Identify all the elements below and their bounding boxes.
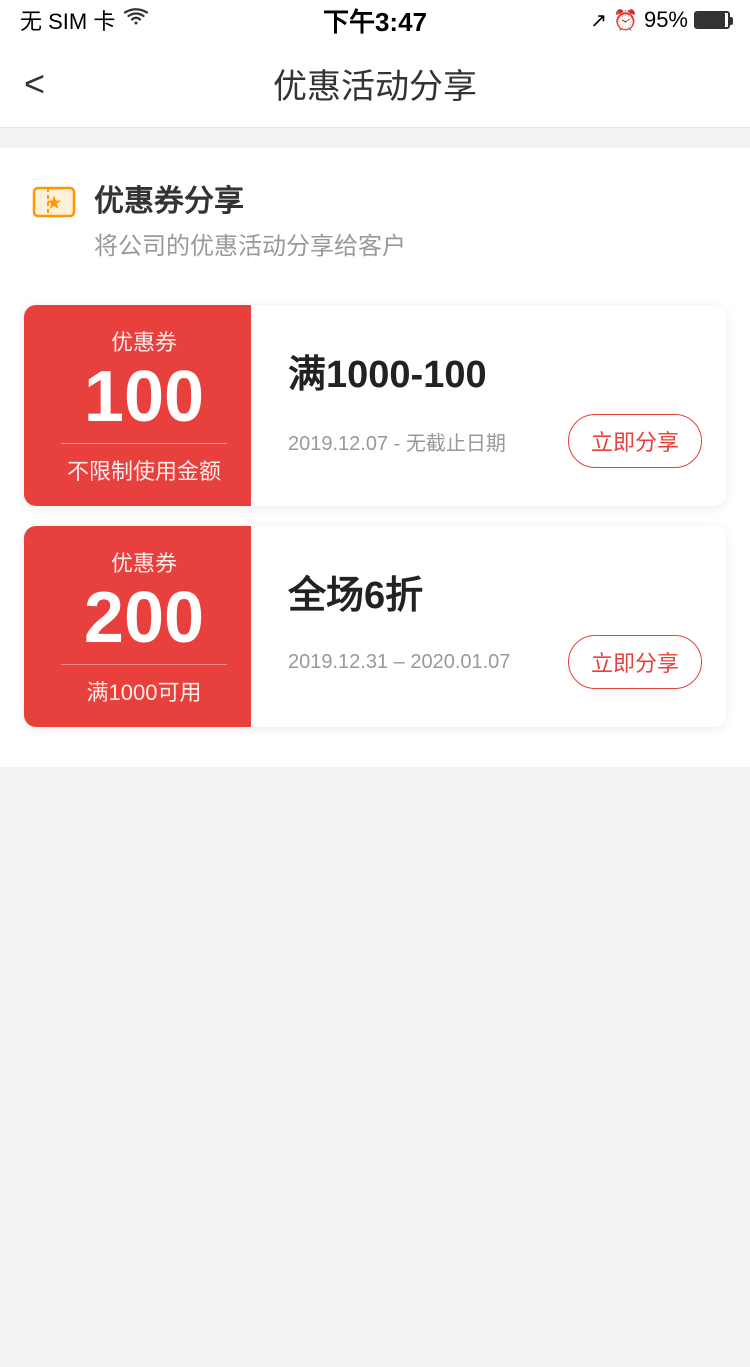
coupon-stub-divider-2 [61,664,227,665]
svg-text:★: ★ [47,195,62,212]
coupon-icon: ★ [30,178,78,226]
battery-percent: 95% [644,7,688,33]
back-button[interactable]: < [24,63,45,105]
status-left: 无 SIM 卡 [20,4,149,36]
alarm-icon: ⏰ [613,8,638,33]
coupon-stub-condition-2: 满1000可用 [87,675,202,707]
status-right: ↗ ⏰ 95% [590,7,730,33]
section-title: 优惠券分享 [94,176,406,220]
status-bar: 无 SIM 卡 下午3:47 ↗ ⏰ 95% [0,0,750,40]
section-header: ★ 优惠券分享 将公司的优惠活动分享给客户 [0,148,750,285]
coupon-stub-label-2: 优惠券 [111,546,177,578]
coupon-stub-2: 优惠券 200 满1000可用 [24,526,264,727]
coupon-card-2: 优惠券 200 满1000可用 全场6折 2019.12.31 – 2020.0… [24,526,726,727]
section-text: 优惠券分享 将公司的优惠活动分享给客户 [94,176,406,261]
section-subtitle: 将公司的优惠活动分享给客户 [94,226,406,261]
coupon-meta-1: 2019.12.07 - 无截止日期 立即分享 [288,414,702,468]
top-divider [0,128,750,148]
nav-bar: < 优惠活动分享 [0,40,750,128]
share-button-1[interactable]: 立即分享 [568,414,702,468]
coupon-date-1: 2019.12.07 - 无截止日期 [288,427,556,456]
coupon-name-1: 满1000-100 [288,343,702,398]
status-time: 下午3:47 [323,2,427,39]
coupon-stub-divider-1 [61,443,227,444]
carrier-text: 无 SIM 卡 [20,4,115,36]
coupon-stub-condition-1: 不限制使用金额 [67,454,221,486]
share-button-2[interactable]: 立即分享 [568,635,702,689]
coupon-stub-label-1: 优惠券 [111,325,177,357]
page-title: 优惠活动分享 [273,59,477,108]
coupon-date-2: 2019.12.31 – 2020.01.07 [288,651,556,674]
bottom-empty-area [0,767,750,1367]
coupon-list: 优惠券 100 不限制使用金额 满1000-100 2019.12.07 - 无… [0,285,750,767]
coupon-name-2: 全场6折 [288,564,702,619]
coupon-meta-2: 2019.12.31 – 2020.01.07 立即分享 [288,635,702,689]
coupon-stub-value-2: 200 [84,582,204,654]
coupon-card: 优惠券 100 不限制使用金额 满1000-100 2019.12.07 - 无… [24,305,726,506]
wifi-icon [123,7,149,33]
battery-icon [694,11,730,29]
coupon-stub-value-1: 100 [84,361,204,433]
location-icon: ↗ [590,8,607,33]
coupon-info-2: 全场6折 2019.12.31 – 2020.01.07 立即分享 [264,526,726,727]
coupon-stub-1: 优惠券 100 不限制使用金额 [24,305,264,506]
coupon-info-1: 满1000-100 2019.12.07 - 无截止日期 立即分享 [264,305,726,506]
